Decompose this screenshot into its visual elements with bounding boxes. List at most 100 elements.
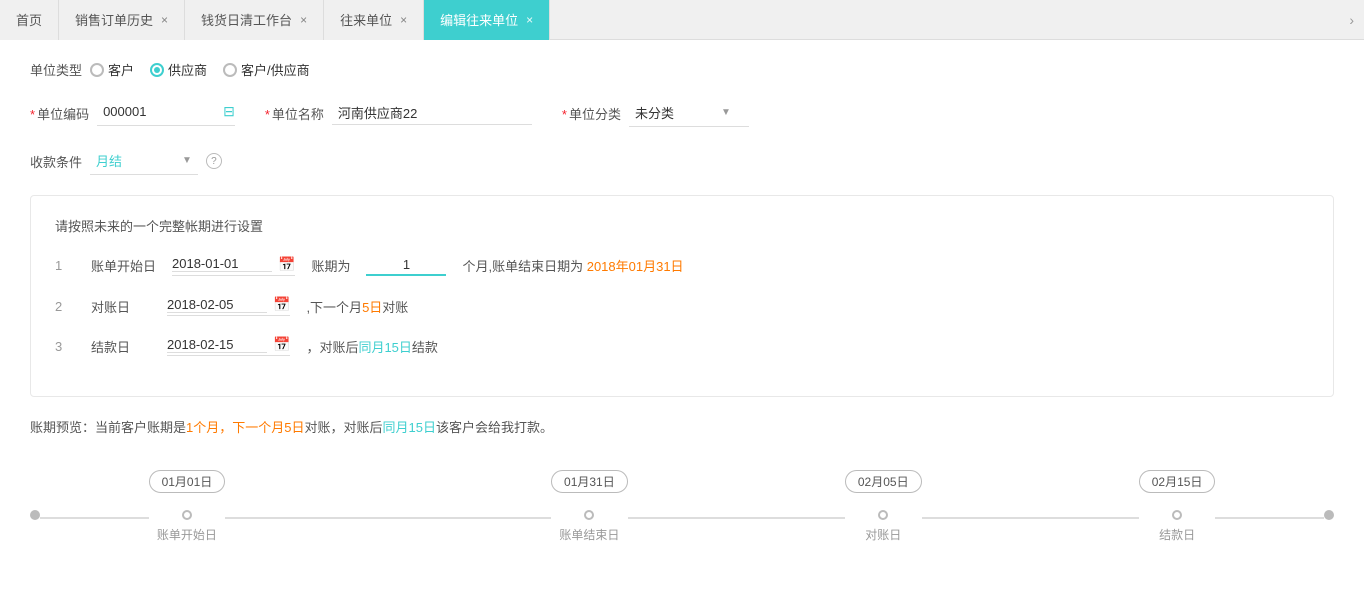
period-reconcile-desc: ,下一个月5日对账	[306, 297, 408, 316]
period-title: 请按照未来的一个完整帐期进行设置	[55, 216, 1309, 235]
period-num-2: 2	[55, 299, 75, 314]
unit-name-field: *单位名称	[265, 101, 532, 125]
period-num-3: 3	[55, 339, 75, 354]
tab-edit-partner-close[interactable]: ×	[526, 13, 533, 27]
unit-code-copy-icon[interactable]: ⊟	[223, 103, 235, 120]
period-reconcile-label: 对账日	[91, 297, 151, 316]
radio-customer-circle	[90, 63, 104, 77]
tab-edit-partner[interactable]: 编辑往来单位 ×	[424, 0, 550, 40]
unit-code-label: *单位编码	[30, 104, 89, 123]
main-content: 单位类型 客户 供应商 客户/供应商 *单位编码	[0, 40, 1364, 608]
timeline-item-1: 01月31日 账单结束日	[551, 470, 628, 543]
timeline-item-0: 01月01日 账单开始日	[149, 470, 226, 543]
period-start-date-input[interactable]	[172, 256, 272, 272]
period-settle-desc: ，对账后同月15日结款	[306, 337, 438, 356]
tabs-bar: 首页 销售订单历史 × 钱货日清工作台 × 往来单位 × 编辑往来单位 × ›	[0, 0, 1364, 40]
period-start-date-cal-icon[interactable]: 📅	[278, 256, 295, 273]
preview-part5: 该客户会给我打款。	[436, 420, 553, 435]
unit-type-label: 单位类型	[30, 60, 82, 79]
preview-part2: 下一个月5日	[232, 420, 304, 435]
timeline-spacer-0	[40, 517, 149, 519]
period-reconcile-date-input-wrapper: 📅	[167, 296, 290, 316]
timeline-dot-3	[1172, 510, 1182, 520]
radio-supplier[interactable]: 供应商	[150, 60, 207, 79]
tab-cashflow-label: 钱货日清工作台	[201, 10, 292, 29]
unit-info-row: *单位编码 ⊟ *单位名称 *单位分类 未分类 ▼	[30, 99, 1334, 127]
timeline-badge-0: 01月01日	[149, 470, 226, 493]
preview-part3: 对账，对账后	[304, 420, 382, 435]
preview-part1: 1个月，	[186, 420, 232, 435]
tab-partner[interactable]: 往来单位 ×	[324, 0, 424, 40]
period-row-1: 1 账单开始日 📅 账期为 个月,账单结束日期为 2018年01月31日	[55, 255, 1309, 276]
radio-both[interactable]: 客户/供应商	[223, 60, 310, 79]
unit-type-radio-group: 客户 供应商 客户/供应商	[90, 60, 310, 79]
unit-category-star: *	[562, 107, 567, 122]
period-reconcile-desc-part1: ,下一个月	[306, 300, 362, 315]
unit-category-value: 未分类	[635, 103, 715, 122]
period-settle-label: 结款日	[91, 337, 151, 356]
payment-terms-help-icon[interactable]: ?	[206, 153, 222, 169]
tab-sales-history[interactable]: 销售订单历史 ×	[59, 0, 185, 40]
radio-both-circle	[223, 63, 237, 77]
period-settle-date-input[interactable]	[167, 337, 267, 353]
period-settings-box: 请按照未来的一个完整帐期进行设置 1 账单开始日 📅 账期为 个月,账单结束日期…	[30, 195, 1334, 397]
period-reconcile-desc-part2: 对账	[382, 300, 408, 315]
period-reconcile-date-cal-icon[interactable]: 📅	[273, 296, 290, 313]
period-start-date-input-wrapper: 📅	[172, 256, 295, 276]
period-month-input[interactable]	[366, 255, 446, 276]
unit-category-chevron: ▼	[721, 107, 731, 118]
tab-partner-label: 往来单位	[340, 10, 392, 29]
timeline-item-3: 02月15日 结款日	[1139, 470, 1216, 543]
unit-category-select[interactable]: 未分类 ▼	[629, 99, 749, 127]
unit-category-label: *单位分类	[562, 104, 621, 123]
unit-code-input[interactable]	[97, 100, 217, 123]
period-reconcile-date-input[interactable]	[167, 297, 267, 313]
timeline-badge-2: 02月05日	[845, 470, 922, 493]
unit-name-star: *	[265, 107, 270, 122]
payment-terms-select[interactable]: 月结 ▼	[90, 147, 198, 175]
period-row-3: 3 结款日 📅 ，对账后同月15日结款	[55, 336, 1309, 356]
period-settle-desc-highlight: 同月15日	[358, 340, 411, 355]
preview-label: 账期预览：当前客户账期是	[30, 420, 186, 435]
timeline-left-dot	[30, 510, 40, 520]
tab-home-label: 首页	[16, 10, 42, 29]
unit-code-input-wrapper: ⊟	[97, 100, 235, 126]
timeline-dot-0	[182, 510, 192, 520]
timeline-label-0: 账单开始日	[157, 526, 217, 543]
timeline-label-3: 结款日	[1159, 526, 1195, 543]
period-start-desc2: 个月,账单结束日期为 2018年01月31日	[462, 256, 683, 275]
payment-terms-row: 收款条件 月结 ▼ ?	[30, 147, 1334, 175]
timeline-badge-1: 01月31日	[551, 470, 628, 493]
timeline-label-2: 对账日	[865, 526, 901, 543]
radio-customer[interactable]: 客户	[90, 60, 134, 79]
period-settle-date-cal-icon[interactable]: 📅	[273, 336, 290, 353]
timeline-spacer-4	[1215, 517, 1324, 519]
payment-terms-label: 收款条件	[30, 152, 82, 171]
period-settle-desc-part2: 结款	[412, 340, 438, 355]
tab-cashflow[interactable]: 钱货日清工作台 ×	[185, 0, 324, 40]
period-end-date-highlight: 2018年01月31日	[587, 259, 684, 274]
tab-edit-partner-label: 编辑往来单位	[440, 10, 518, 29]
unit-category-field: *单位分类 未分类 ▼	[562, 99, 749, 127]
period-start-desc-prefix: 账期为	[311, 259, 350, 274]
timeline-dot-2	[878, 510, 888, 520]
tab-cashflow-close[interactable]: ×	[300, 13, 307, 27]
preview-text: 账期预览：当前客户账期是1个月，下一个月5日对账，对账后同月15日该客户会给我打…	[30, 417, 1334, 436]
period-settle-date-input-wrapper: 📅	[167, 336, 290, 356]
payment-terms-chevron: ▼	[182, 155, 192, 166]
timeline-dot-1	[584, 510, 594, 520]
unit-code-field: *单位编码 ⊟	[30, 100, 235, 126]
period-start-desc-suffix: 个月,账单结束日期为	[462, 259, 583, 274]
unit-name-input[interactable]	[332, 101, 532, 125]
period-start-desc: 账期为	[311, 256, 350, 275]
unit-name-label: *单位名称	[265, 104, 324, 123]
tabs-arrow[interactable]: ›	[1339, 12, 1364, 28]
tab-sales-history-close[interactable]: ×	[161, 13, 168, 27]
timeline-spacer-2	[628, 517, 845, 519]
tab-partner-close[interactable]: ×	[400, 13, 407, 27]
timeline-right-dot	[1324, 510, 1334, 520]
tab-home[interactable]: 首页	[0, 0, 59, 40]
radio-supplier-circle	[150, 63, 164, 77]
timeline-spacer-1	[225, 517, 551, 519]
preview-part4: 同月15日	[383, 420, 436, 435]
